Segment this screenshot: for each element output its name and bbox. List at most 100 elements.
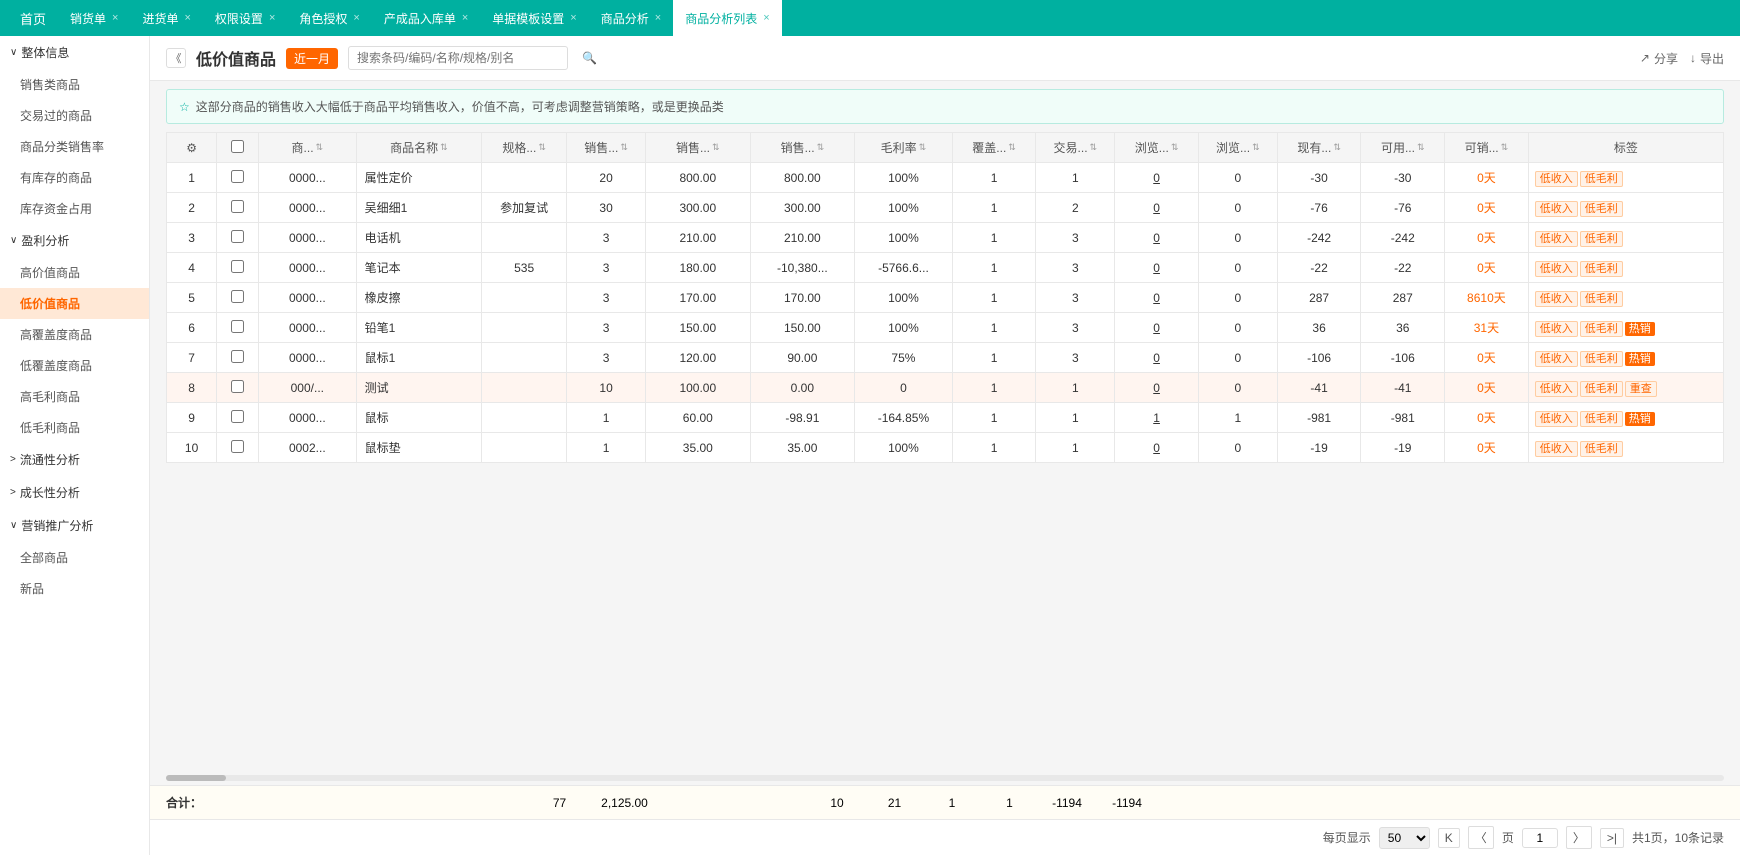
row-checkbox[interactable] — [231, 290, 244, 303]
search-icon[interactable]: 🔍 — [582, 51, 597, 65]
close-icon[interactable]: × — [353, 12, 359, 24]
td-browse1[interactable]: 0 — [1115, 283, 1199, 313]
sidebar-group-header-growth[interactable]: > 成长性分析 — [0, 476, 149, 509]
td-browse1[interactable]: 0 — [1115, 253, 1199, 283]
row-checkbox[interactable] — [231, 230, 244, 243]
tag-low-income: 低收入 — [1535, 201, 1578, 217]
row-checkbox[interactable] — [231, 380, 244, 393]
nav-item-permission[interactable]: 权限设置 × — [203, 0, 287, 36]
td-checkbox[interactable] — [217, 403, 259, 433]
td-checkbox[interactable] — [217, 283, 259, 313]
td-checkbox[interactable] — [217, 313, 259, 343]
browse-link[interactable]: 0 — [1153, 381, 1160, 395]
sidebar-item-low-coverage[interactable]: 低覆盖度商品 — [0, 350, 149, 381]
td-checkbox[interactable] — [217, 343, 259, 373]
row-checkbox[interactable] — [231, 440, 244, 453]
chevron-right-icon: > — [10, 454, 16, 465]
sidebar: ∨ 整体信息 销售类商品 交易过的商品 商品分类销售率 有库存的商品 库存资金占… — [0, 36, 150, 855]
sidebar-item-high-profit[interactable]: 高毛利商品 — [0, 381, 149, 412]
browse-link[interactable]: 1 — [1153, 411, 1160, 425]
nav-item-role[interactable]: 角色授权 × — [287, 0, 371, 36]
td-checkbox[interactable] — [217, 163, 259, 193]
filter-tag[interactable]: 近一月 — [286, 48, 338, 69]
row-checkbox[interactable] — [231, 410, 244, 423]
close-icon[interactable]: × — [462, 12, 468, 24]
td-checkbox[interactable] — [217, 193, 259, 223]
td-checkbox[interactable] — [217, 373, 259, 403]
select-all-checkbox[interactable] — [231, 140, 244, 153]
horizontal-scrollbar[interactable] — [166, 775, 1724, 781]
td-browse1[interactable]: 0 — [1115, 373, 1199, 403]
sidebar-item-traded-goods[interactable]: 交易过的商品 — [0, 100, 149, 131]
collapse-button[interactable]: 《 — [166, 48, 186, 68]
row-checkbox[interactable] — [231, 200, 244, 213]
sidebar-group-header-flow[interactable]: > 流通性分析 — [0, 443, 149, 476]
td-browse1[interactable]: 1 — [1115, 403, 1199, 433]
app-container: 首页 销货单 × 进货单 × 权限设置 × 角色授权 × 产成品入库单 × 单据… — [0, 0, 1740, 855]
sidebar-item-high-value[interactable]: 高价值商品 — [0, 257, 149, 288]
td-browse1[interactable]: 0 — [1115, 193, 1199, 223]
td-browse1[interactable]: 0 — [1115, 433, 1199, 463]
sidebar-item-stock-capital[interactable]: 库存资金占用 — [0, 193, 149, 224]
sidebar-group-header-marketing[interactable]: ∨ 营销推广分析 — [0, 509, 149, 542]
prev-page-button[interactable]: 〈 — [1468, 826, 1494, 849]
content-area: 《 低价值商品 近一月 🔍 ↗ 分享 ↓ 导出 ☆ — [150, 36, 1740, 855]
browse-link[interactable]: 0 — [1153, 351, 1160, 365]
td-browse1[interactable]: 0 — [1115, 343, 1199, 373]
sidebar-item-low-profit[interactable]: 低毛利商品 — [0, 412, 149, 443]
sidebar-item-stocked-goods[interactable]: 有库存的商品 — [0, 162, 149, 193]
td-checkbox[interactable] — [217, 223, 259, 253]
page-input[interactable] — [1522, 828, 1558, 848]
nav-item-purchase[interactable]: 进货单 × — [130, 0, 202, 36]
sidebar-item-high-coverage[interactable]: 高覆盖度商品 — [0, 319, 149, 350]
nav-item-sales[interactable]: 销货单 × — [58, 0, 130, 36]
settings-icon[interactable]: ⚙ — [186, 141, 197, 155]
browse-link[interactable]: 0 — [1153, 231, 1160, 245]
last-page-button[interactable]: >| — [1600, 828, 1624, 848]
th-checkbox[interactable] — [217, 133, 259, 163]
nav-item-analysis[interactable]: 商品分析 × — [589, 0, 673, 36]
sidebar-group-header-profit[interactable]: ∨ 盈利分析 — [0, 224, 149, 257]
row-checkbox[interactable] — [231, 170, 244, 183]
nav-item-home[interactable]: 首页 — [8, 0, 58, 36]
next-page-button[interactable]: 〉 — [1566, 826, 1592, 849]
row-checkbox[interactable] — [231, 260, 244, 273]
sidebar-group-header-overall[interactable]: ∨ 整体信息 — [0, 36, 149, 69]
first-page-button[interactable]: K — [1438, 828, 1460, 848]
close-icon[interactable]: × — [570, 12, 576, 24]
sidebar-item-sales-goods[interactable]: 销售类商品 — [0, 69, 149, 100]
close-icon[interactable]: × — [269, 12, 275, 24]
td-tags: 低收入低毛利 — [1528, 433, 1723, 463]
export-button[interactable]: ↓ 导出 — [1690, 50, 1724, 67]
sidebar-item-category-rate[interactable]: 商品分类销售率 — [0, 131, 149, 162]
row-checkbox[interactable] — [231, 320, 244, 333]
browse-link[interactable]: 0 — [1153, 171, 1160, 185]
search-input[interactable] — [348, 46, 568, 70]
th-settings[interactable]: ⚙ — [167, 133, 217, 163]
browse-link[interactable]: 0 — [1153, 201, 1160, 215]
browse-link[interactable]: 0 — [1153, 291, 1160, 305]
sidebar-item-all-goods[interactable]: 全部商品 — [0, 542, 149, 573]
row-checkbox[interactable] — [231, 350, 244, 363]
nav-item-analysis-list[interactable]: 商品分析列表 × — [673, 0, 781, 36]
nav-item-products[interactable]: 产成品入库单 × — [372, 0, 480, 36]
table-row: 1 0000... 属性定价 20 800.00 800.00 100% 1 1… — [167, 163, 1724, 193]
share-button[interactable]: ↗ 分享 — [1640, 50, 1678, 67]
browse-link[interactable]: 0 — [1153, 261, 1160, 275]
td-browse2: 0 — [1198, 343, 1277, 373]
td-checkbox[interactable] — [217, 253, 259, 283]
close-icon[interactable]: × — [112, 12, 118, 24]
sidebar-item-low-value[interactable]: 低价值商品 — [0, 288, 149, 319]
td-browse1[interactable]: 0 — [1115, 163, 1199, 193]
browse-link[interactable]: 0 — [1153, 321, 1160, 335]
close-icon[interactable]: × — [184, 12, 190, 24]
close-icon[interactable]: × — [655, 12, 661, 24]
close-icon[interactable]: × — [763, 12, 769, 24]
td-browse1[interactable]: 0 — [1115, 313, 1199, 343]
sidebar-item-new-goods[interactable]: 新品 — [0, 573, 149, 604]
browse-link[interactable]: 0 — [1153, 441, 1160, 455]
nav-item-template[interactable]: 单据模板设置 × — [480, 0, 588, 36]
td-checkbox[interactable] — [217, 433, 259, 463]
td-browse1[interactable]: 0 — [1115, 223, 1199, 253]
per-page-select[interactable]: 50 100 200 — [1379, 827, 1430, 849]
